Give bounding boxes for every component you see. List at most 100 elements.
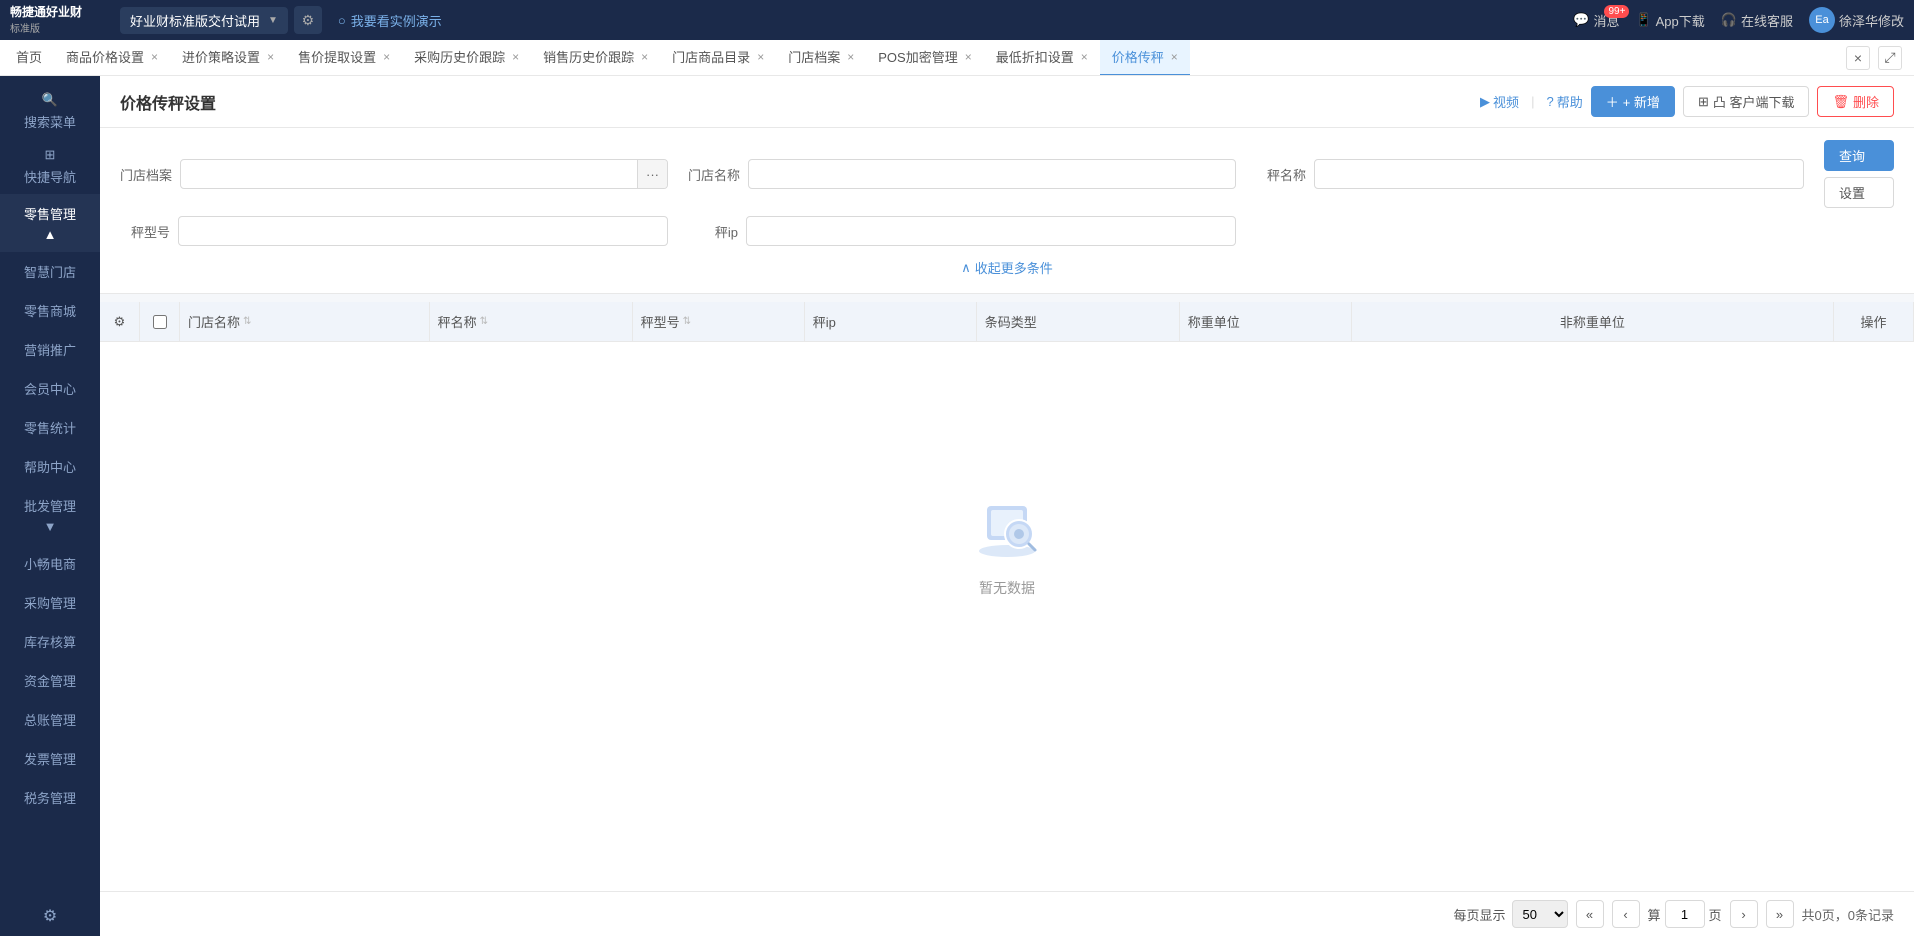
delete-button[interactable]: 🗑 删除 [1817, 86, 1894, 117]
tab-pos[interactable]: POS加密管理 × [866, 40, 983, 76]
sidebar-item-smart-store[interactable]: 智慧门店 [0, 252, 100, 291]
nav-prev-icon: ‹ [1623, 907, 1627, 922]
tab-sale-extract-close[interactable]: × [383, 50, 390, 64]
video-link[interactable]: ▶ 视频 [1480, 92, 1519, 111]
filter-store-label: 门店档案 [120, 165, 172, 184]
sidebar-item-ledger[interactable]: 总账管理 [0, 700, 100, 739]
sidebar-item-tax[interactable]: 税务管理 [0, 778, 100, 817]
th-scale-model: 秤型号 ⇅ [633, 302, 805, 342]
tab-home[interactable]: 首页 [4, 40, 54, 76]
collapse-button[interactable]: ∧ 收起更多条件 [120, 254, 1894, 281]
tab-price-scale[interactable]: 价格传秤 × [1100, 40, 1190, 76]
page-number-input[interactable] [1665, 900, 1705, 928]
filter-store-input[interactable] [181, 167, 637, 182]
per-page-select[interactable]: 10 20 50 100 [1512, 900, 1568, 928]
pagination-bar: 每页显示 10 20 50 100 « ‹ 算 页 › [100, 891, 1914, 936]
page-prev-button[interactable]: ‹ [1612, 900, 1640, 928]
page-first-button[interactable]: « [1576, 900, 1604, 928]
sidebar-item-retail-mall[interactable]: 零售商城 [0, 291, 100, 330]
tab-pos-close[interactable]: × [965, 50, 972, 64]
set-button[interactable]: 设置 [1824, 177, 1894, 208]
tab-sale-history-close[interactable]: × [641, 50, 648, 64]
edition-settings-button[interactable]: ⚙ [294, 6, 322, 34]
sidebar-item-retail-stats[interactable]: 零售统计 [0, 408, 100, 447]
th-barcode-type: 条码类型 [977, 302, 1180, 342]
sort-icon[interactable]: ⇅ [480, 316, 488, 327]
download-button[interactable]: ⊞ 凸 客户端下载 [1683, 86, 1810, 117]
tab-min-discount-close[interactable]: × [1081, 50, 1088, 64]
sort-icon[interactable]: ⇅ [243, 316, 251, 327]
sidebar-settings-button[interactable]: ⚙ [43, 896, 57, 936]
th-operations: 操作 [1834, 302, 1914, 342]
th-nonweight-unit: 非称重单位 [1352, 302, 1834, 342]
delete-label: 删除 [1853, 92, 1879, 111]
message-button[interactable]: 💬 消息 99+ [1573, 11, 1619, 30]
sidebar-item-finance[interactable]: 资金管理 [0, 661, 100, 700]
tab-price-settings[interactable]: 商品价格设置 × [54, 40, 170, 76]
page-label: 算 [1648, 905, 1661, 924]
sidebar-quicknav-button[interactable]: ⊞ 快捷导航 [0, 139, 100, 194]
filter-scale-model-field: 秤型号 [120, 216, 668, 246]
edition-selector[interactable]: 好业财标准版交付试用 ▼ [120, 7, 288, 34]
download-icon: ⊞ [1698, 94, 1709, 110]
online-service-button[interactable]: 🎧 在线客服 [1721, 11, 1793, 30]
user-menu-button[interactable]: Ea 徐泽华修改 [1809, 7, 1904, 33]
th-scale-name: 秤名称 ⇅ [430, 302, 633, 342]
tab-store-file[interactable]: 门店档案 × [776, 40, 866, 76]
filter-scale-name-input[interactable] [1314, 159, 1804, 189]
filter-store-name-input[interactable] [748, 159, 1236, 189]
tab-sale-history[interactable]: 销售历史价跟踪 × [531, 40, 660, 76]
message-icon: 💬 [1573, 12, 1589, 28]
tab-store-file-close[interactable]: × [847, 50, 854, 64]
th-scale-name-label: 秤名称 [438, 312, 477, 331]
sidebar-item-wholesale[interactable]: 批发管理 ▼ [0, 486, 100, 544]
sidebar-search-button[interactable]: 🔍 搜索菜单 [0, 84, 100, 139]
sidebar-item-purchase[interactable]: 采购管理 [0, 583, 100, 622]
tab-close-current-button[interactable]: × [1846, 46, 1870, 70]
sidebar-item-ecom[interactable]: 小畅电商 [0, 544, 100, 583]
tab-maximize-button[interactable]: ⤢ [1878, 46, 1902, 70]
tab-purchase-history-close[interactable]: × [512, 50, 519, 64]
sidebar-item-help[interactable]: 帮助中心 [0, 447, 100, 486]
tab-price-settings-close[interactable]: × [151, 50, 158, 64]
th-checkbox[interactable] [140, 302, 180, 342]
logo-title: 畅捷通好业财 [10, 5, 110, 19]
add-button[interactable]: ＋ + 新增 [1591, 86, 1675, 117]
tab-price-scale-close[interactable]: × [1171, 50, 1178, 64]
per-page-selector: 每页显示 10 20 50 100 [1453, 900, 1567, 928]
query-button[interactable]: 查询 [1824, 140, 1894, 171]
tab-sale-extract[interactable]: 售价提取设置 × [286, 40, 402, 76]
tab-purchase-strategy[interactable]: 进价策略设置 × [170, 40, 286, 76]
filter-store-btn[interactable]: ··· [637, 160, 667, 188]
select-all-checkbox[interactable] [153, 315, 167, 329]
page-input-wrap: 算 页 [1648, 900, 1722, 928]
demo-button[interactable]: ○ 我要看实例演示 [338, 11, 442, 30]
page-next-button[interactable]: › [1730, 900, 1758, 928]
tab-purchase-strategy-close[interactable]: × [267, 50, 274, 64]
sidebar-item-retail[interactable]: 零售管理 ▲ [0, 194, 100, 252]
filter-scale-ip-input[interactable] [746, 216, 1236, 246]
app-download-button[interactable]: 📱 App下载 [1635, 11, 1704, 30]
tab-pos-label: POS加密管理 [878, 47, 957, 66]
sidebar-item-member[interactable]: 会员中心 [0, 369, 100, 408]
tab-store-catalog-close[interactable]: × [757, 50, 764, 64]
help-link[interactable]: ? 帮助 [1546, 92, 1582, 111]
th-settings[interactable]: ⚙ [100, 302, 140, 342]
page-suffix: 页 [1709, 905, 1722, 924]
sort-icon[interactable]: ⇅ [683, 316, 691, 327]
sidebar-item-marketing[interactable]: 营销推广 [0, 330, 100, 369]
avatar-initials: Ea [1815, 14, 1828, 26]
filter-scale-name-field: 秤名称 [1256, 159, 1804, 189]
sidebar-item-ledger-label: 总账管理 [24, 710, 76, 729]
tab-bar: 首页 商品价格设置 × 进价策略设置 × 售价提取设置 × 采购历史价跟踪 × … [0, 40, 1914, 76]
tab-min-discount[interactable]: 最低折扣设置 × [984, 40, 1100, 76]
gear-icon: ⚙ [43, 906, 57, 926]
sidebar-item-invoice[interactable]: 发票管理 [0, 739, 100, 778]
page-last-button[interactable]: » [1766, 900, 1794, 928]
tab-purchase-history[interactable]: 采购历史价跟踪 × [402, 40, 531, 76]
tab-store-catalog[interactable]: 门店商品目录 × [660, 40, 776, 76]
nav-next-icon: › [1741, 907, 1745, 922]
sidebar-item-inventory[interactable]: 库存核算 [0, 622, 100, 661]
th-store-name: 门店名称 ⇅ [180, 302, 430, 342]
filter-scale-model-input[interactable] [178, 216, 668, 246]
